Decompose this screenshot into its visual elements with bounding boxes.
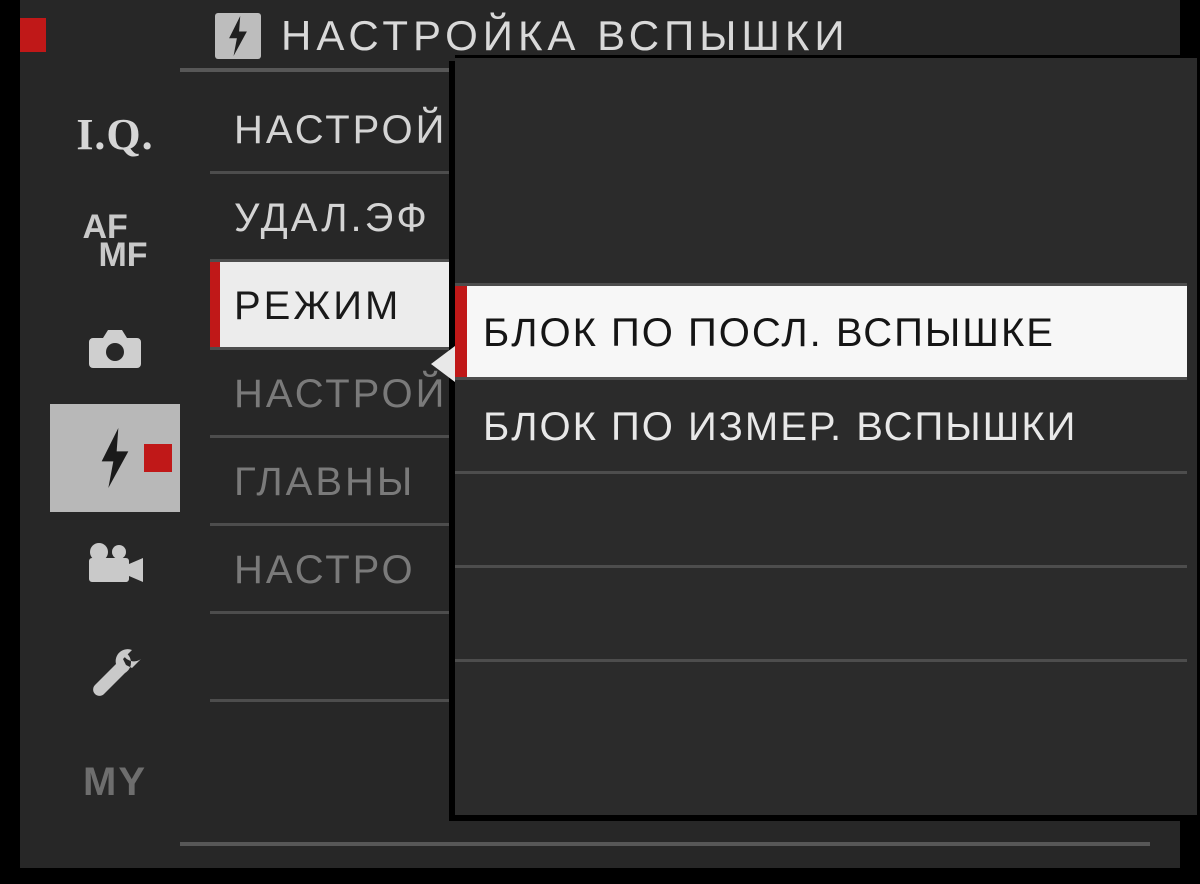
tab-setup[interactable] bbox=[50, 620, 180, 728]
popup-option-label: БЛОК ПО ИЗМЕР. ВСПЫШКИ bbox=[483, 405, 1077, 449]
popup-option-empty bbox=[455, 568, 1187, 662]
iq-text-icon: I.Q. bbox=[76, 109, 153, 160]
tab-shooting[interactable] bbox=[50, 296, 180, 404]
red-marker bbox=[20, 18, 46, 52]
submenu-popup: БЛОК ПО ПОСЛ. ВСПЫШКЕ БЛОК ПО ИЗМЕР. ВСП… bbox=[455, 55, 1197, 815]
menu-item-label: НАСТРО bbox=[234, 548, 416, 592]
flash-icon bbox=[215, 13, 261, 59]
divider bbox=[180, 842, 1150, 846]
popup-option-label: БЛОК ПО ПОСЛ. ВСПЫШКЕ bbox=[483, 311, 1055, 355]
tab-my[interactable]: MY bbox=[50, 728, 180, 836]
menu-item-label: УДАЛ.ЭФ bbox=[234, 196, 430, 240]
page-title: НАСТРОЙКА ВСПЫШКИ bbox=[281, 12, 850, 60]
my-text-icon: MY bbox=[83, 760, 147, 805]
popup-spacer bbox=[455, 58, 1187, 286]
wrench-icon bbox=[88, 645, 142, 704]
flash-icon bbox=[95, 427, 135, 489]
tab-movie[interactable] bbox=[50, 512, 180, 620]
afmf-text-icon: AFMF bbox=[82, 214, 147, 270]
back-arrow-icon[interactable] bbox=[431, 346, 455, 382]
tab-afmf[interactable]: AFMF bbox=[50, 188, 180, 296]
tab-flash[interactable] bbox=[50, 404, 180, 512]
sidebar: I.Q. AFMF bbox=[50, 80, 180, 850]
movie-icon bbox=[85, 542, 145, 591]
menu-item-label: РЕЖИМ bbox=[234, 284, 401, 328]
popup-option-selected[interactable]: БЛОК ПО ПОСЛ. ВСПЫШКЕ bbox=[455, 286, 1187, 380]
popup-option-empty bbox=[455, 662, 1187, 756]
camera-icon bbox=[87, 326, 143, 375]
popup-option[interactable]: БЛОК ПО ИЗМЕР. ВСПЫШКИ bbox=[455, 380, 1187, 474]
menu-header: НАСТРОЙКА ВСПЫШКИ bbox=[215, 12, 850, 60]
menu-item-label: ГЛАВНЫ bbox=[234, 460, 415, 504]
popup-option-empty bbox=[455, 474, 1187, 568]
active-indicator-icon bbox=[144, 444, 172, 472]
tab-iq[interactable]: I.Q. bbox=[50, 80, 180, 188]
camera-menu-screen: НАСТРОЙКА ВСПЫШКИ I.Q. AFMF bbox=[20, 0, 1180, 868]
